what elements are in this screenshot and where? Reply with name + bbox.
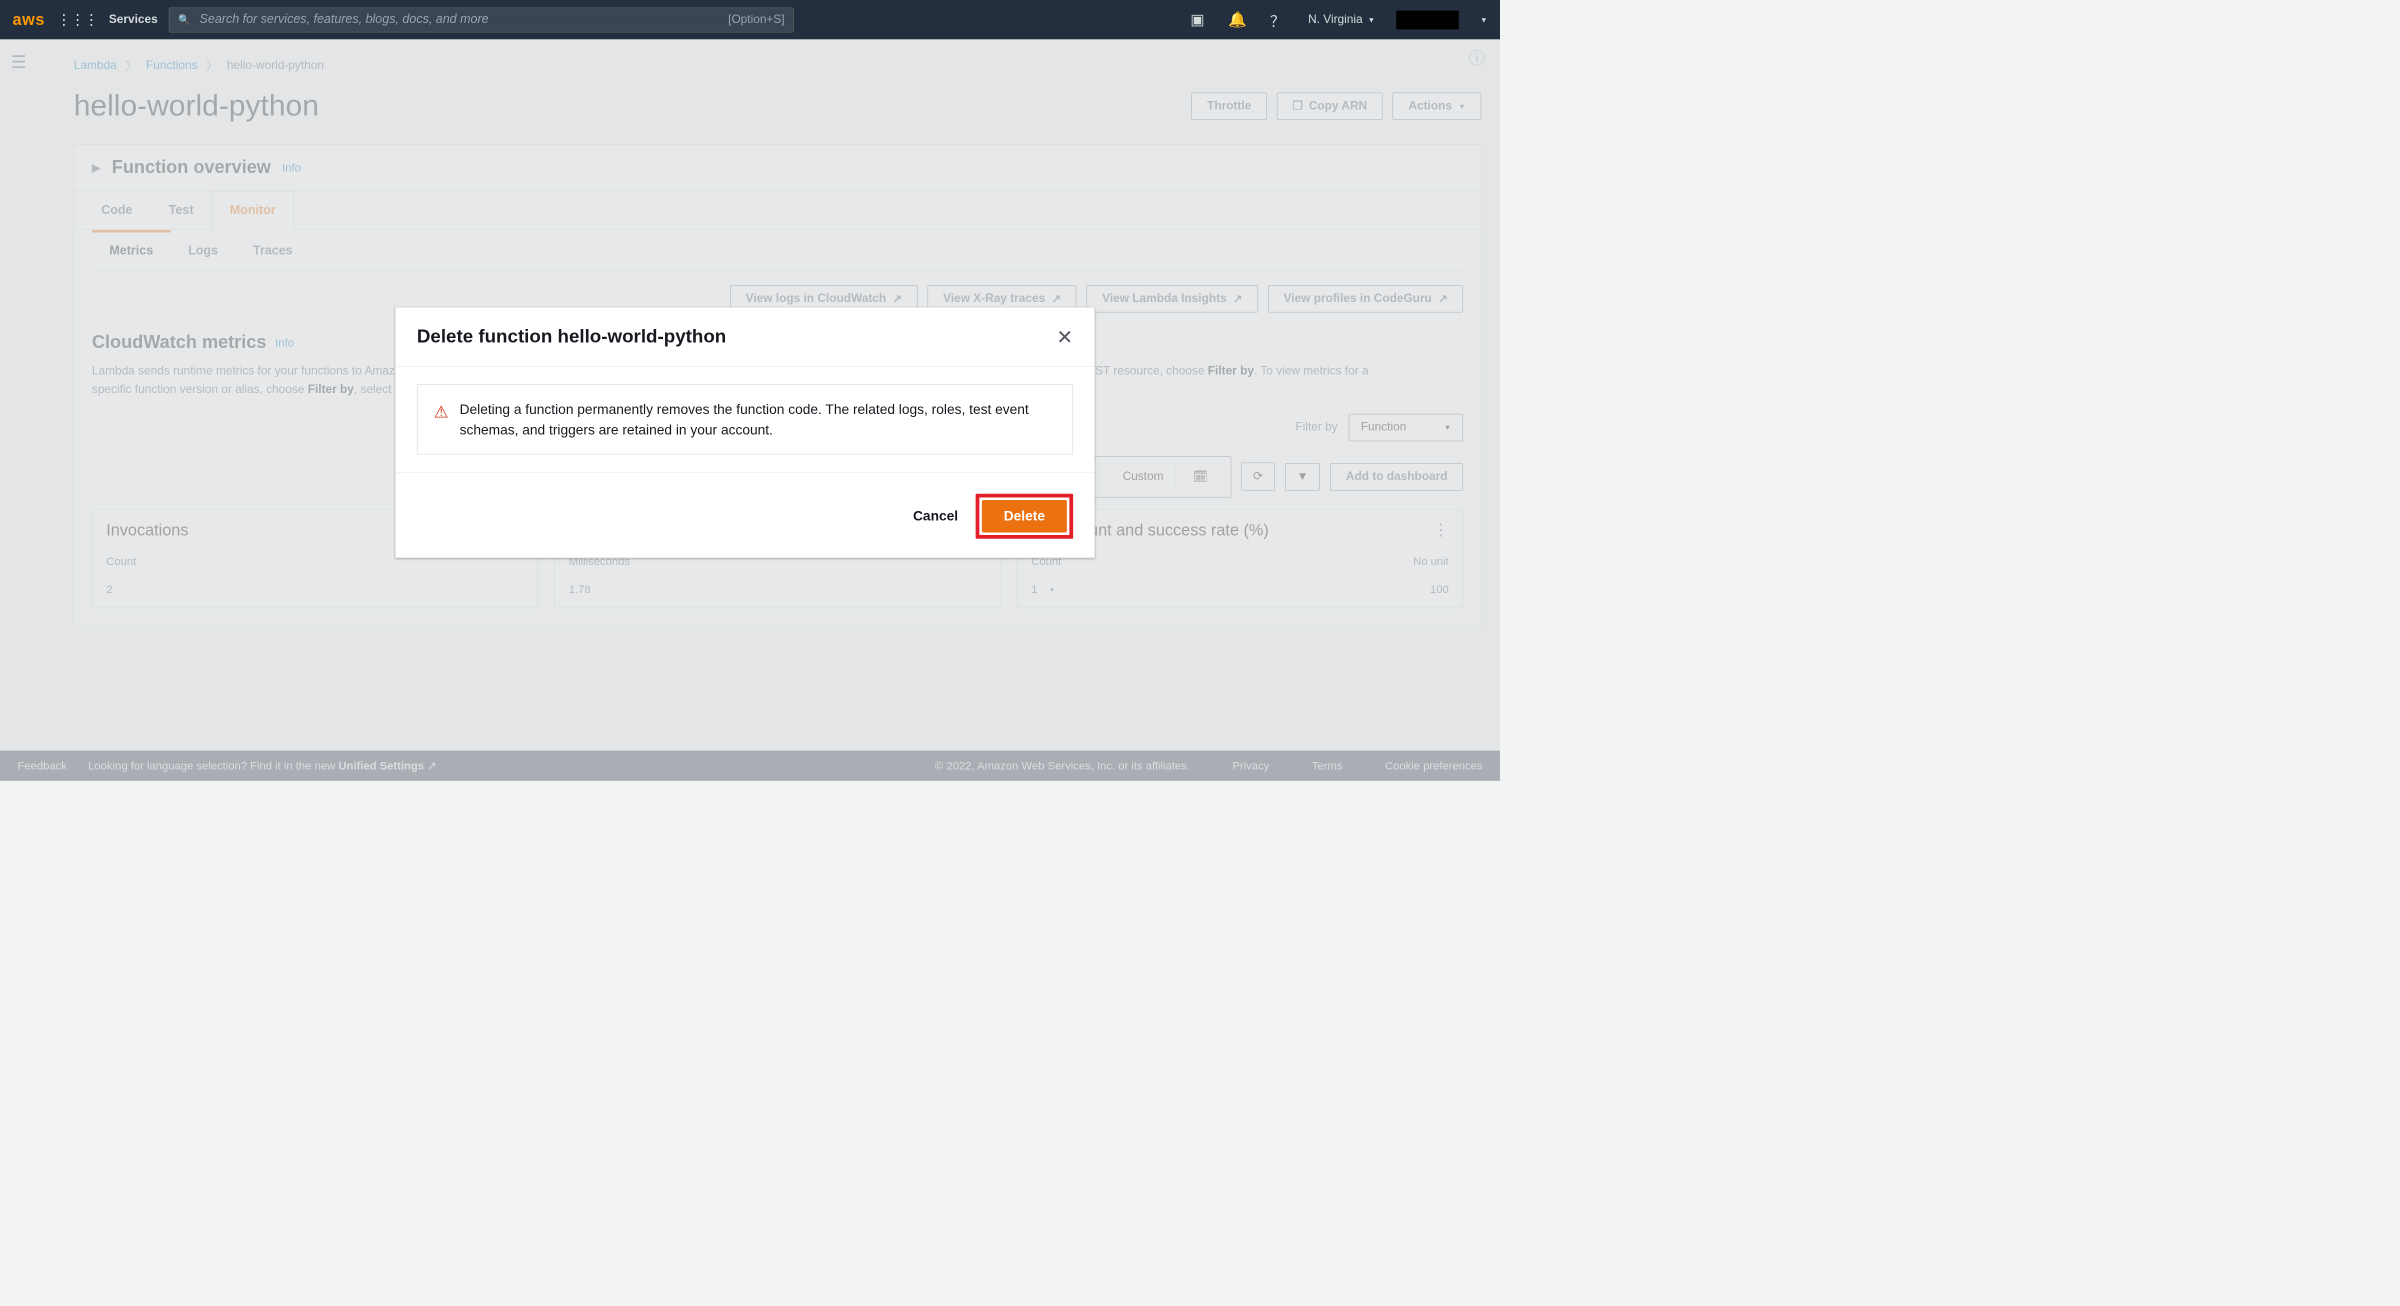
account-menu[interactable] [1396,10,1459,29]
search-input[interactable] [200,13,720,27]
close-icon[interactable]: ✕ [1056,325,1073,349]
delete-function-modal: Delete function hello-world-python ✕ ⚠ D… [395,307,1095,558]
aws-logo[interactable]: aws [13,10,46,29]
search-icon: 🔍 [178,13,190,26]
services-link[interactable]: Services [109,13,158,27]
caret-down-icon: ▼ [1368,15,1375,24]
search-shortcut-hint: [Option+S] [728,13,784,27]
caret-down-icon: ▼ [1480,15,1487,24]
global-search[interactable]: 🔍 [Option+S] [169,7,794,32]
delete-button[interactable]: Delete [982,500,1067,533]
cancel-button[interactable]: Cancel [913,508,958,524]
cloudshell-icon[interactable]: ▣ [1188,10,1207,29]
delete-warning-alert: ⚠ Deleting a function permanently remove… [417,384,1073,454]
top-nav: aws ⋮⋮⋮ Services 🔍 [Option+S] ▣ 🔔 ？ N. V… [0,0,1500,39]
delete-button-highlight: Delete [976,494,1074,539]
notifications-icon[interactable]: 🔔 [1228,10,1247,29]
region-selector[interactable]: N. Virginia▼ [1308,13,1375,27]
warning-icon: ⚠ [434,400,449,440]
modal-title: Delete function hello-world-python [417,326,1056,347]
services-grid-icon[interactable]: ⋮⋮⋮ [56,11,97,29]
help-icon[interactable]: ？ [1268,10,1287,29]
